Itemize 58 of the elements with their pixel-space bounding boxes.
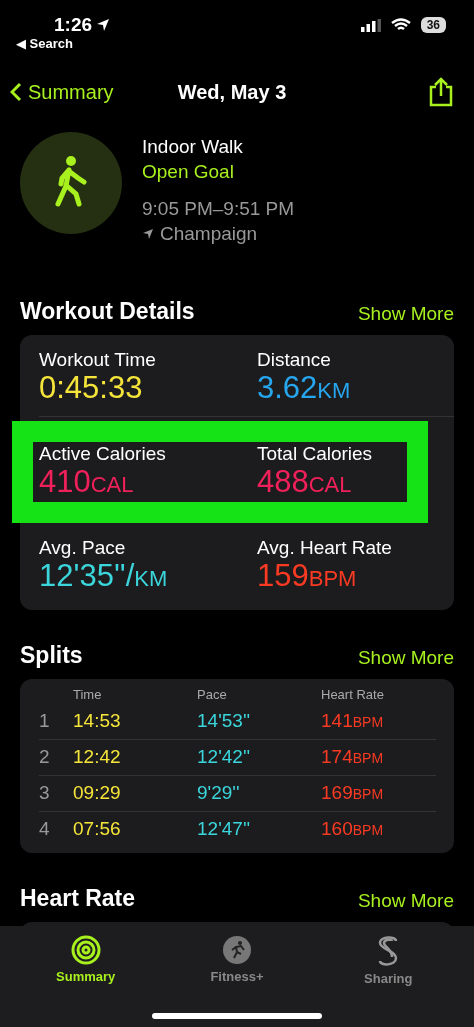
split-heart-rate: 160BPM: [321, 817, 385, 841]
column-header: Pace: [197, 686, 228, 704]
tab[interactable]: Sharing: [333, 934, 444, 987]
section-title: Splits: [20, 642, 83, 669]
section-title: Workout Details: [20, 298, 195, 325]
back-button[interactable]: Summary: [10, 80, 150, 104]
workout-time-range: 9:05 PM–9:51 PM: [142, 197, 295, 221]
clock-time: 1:26: [54, 14, 111, 36]
split-pace: 9'29'': [197, 776, 321, 812]
split-number: 3: [39, 776, 73, 812]
runner-icon: [222, 935, 252, 965]
split-time: 07:56: [73, 817, 122, 841]
metric-value: 488CAL: [257, 464, 353, 501]
split-number: 1: [39, 704, 73, 740]
workout-location: Champaign: [142, 221, 295, 246]
metric-value: 159BPM: [257, 559, 358, 595]
page-title: Wed, May 3: [177, 80, 287, 104]
show-more-link[interactable]: Show More: [357, 890, 454, 912]
workout-goal: Open Goal: [142, 160, 235, 184]
walking-person-icon: [54, 156, 88, 210]
metric-value: 410CAL: [39, 464, 135, 501]
wifi-icon: [390, 18, 411, 32]
split-time: 09:29: [73, 776, 197, 812]
metric-label: Active Calories: [39, 442, 167, 465]
tab[interactable]: Summary: [30, 934, 141, 987]
metric-label: Total Calories: [257, 442, 374, 465]
metric-label: Avg. Heart Rate: [257, 537, 393, 559]
battery-level: 36: [420, 17, 446, 33]
split-heart-rate: 174BPM: [321, 740, 436, 776]
show-more-link[interactable]: Show More: [357, 647, 454, 669]
split-time: 12:42: [73, 740, 197, 776]
split-pace: 12'42'': [197, 740, 321, 776]
show-more-link[interactable]: Show More: [357, 303, 454, 325]
metric-value: 0:45:33: [39, 371, 144, 405]
share-icon: [428, 77, 454, 107]
rings-icon: [70, 935, 101, 965]
signal-icon: [360, 18, 381, 32]
column-header: Heart Rate: [321, 686, 385, 704]
location-arrow-icon: [96, 18, 111, 32]
metric-label: Distance: [257, 349, 332, 371]
split-number: 2: [39, 740, 73, 776]
column-header: Time: [73, 686, 103, 704]
split-time: 14:53: [73, 704, 197, 740]
split-number: 4: [39, 817, 51, 841]
section-title: Heart Rate: [20, 885, 136, 912]
split-pace: 14'53'': [197, 704, 321, 740]
metric-value: 12'35''/KM: [39, 559, 169, 595]
split-heart-rate: 141BPM: [321, 704, 436, 740]
location-arrow-icon: [142, 228, 154, 240]
split-heart-rate: 169BPM: [321, 776, 436, 812]
split-pace: 12'47'': [197, 817, 252, 841]
metric-label: Avg. Pace: [39, 537, 127, 559]
workout-name: Indoor Walk: [142, 135, 244, 159]
tab[interactable]: Fitness+: [182, 934, 292, 987]
metric-label: Workout Time: [39, 349, 157, 371]
metric-value: 3.62KM: [257, 371, 352, 407]
back-to-search-link[interactable]: ◀ Search: [16, 36, 73, 51]
chevron-left-icon: [10, 82, 22, 102]
